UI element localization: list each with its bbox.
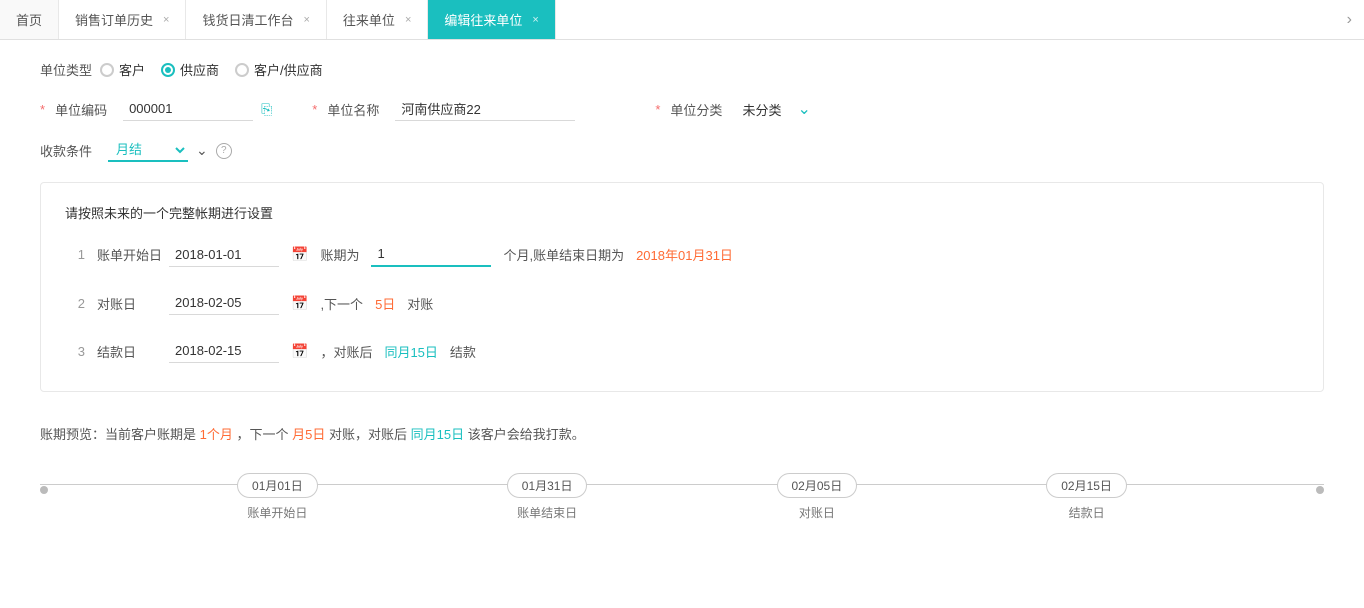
timeline-node-2: 01月31日 账单结束日 [507,473,588,521]
timeline-start-dot [40,486,48,494]
tab-edit-partner-label: 编辑往来单位 [444,10,522,29]
setting-row-1: 1 账单开始日 📅 账期为 个月,账单结束日期为 2018年01月31日 [65,242,1299,267]
radio-customer[interactable]: 客户 [100,60,145,79]
radio-supplier[interactable]: 供应商 [161,60,219,79]
reconcile-date-input[interactable] [169,291,279,315]
tab-cash-work-close[interactable]: × [303,14,309,26]
timeline-node-3: 02月05日 对账日 [777,473,858,521]
period-input[interactable] [371,242,491,267]
unit-name-field: * 单位名称 [312,97,575,121]
radio-both-circle [235,63,249,77]
timeline: 01月01日 账单开始日 01月31日 账单结束日 02月05日 对账日 02月… [40,463,1324,531]
tab-cash-work-label: 钱货日清工作台 [202,10,293,29]
payment-dropdown-icon[interactable]: ⌄ [196,142,208,159]
radio-customer-label: 客户 [119,60,145,79]
radio-both-label: 客户/供应商 [254,60,323,79]
payment-label: 收款条件 [40,141,92,160]
unit-code-input[interactable] [123,97,253,121]
radio-supplier-label: 供应商 [180,60,219,79]
tab-sales-history[interactable]: 销售订单历史 × [59,0,186,39]
preview-text: 账期预览：当前客户账期是 1个月 ，下一个 月5日 对账，对账后 同月15日 该… [40,424,1324,443]
start-date-calendar-icon[interactable]: 📅 [291,246,308,263]
fields-row: * 单位编码 ⎘ * 单位名称 * 单位分类 未分类 ⌄ [40,97,1324,121]
payment-select[interactable]: 月结 [108,139,188,162]
tab-edit-partner-close[interactable]: × [532,14,538,26]
preview-section: 账期预览：当前客户账期是 1个月 ，下一个 月5日 对账，对账后 同月15日 该… [40,408,1324,539]
radio-both[interactable]: 客户/供应商 [235,60,323,79]
tab-partner-unit[interactable]: 往来单位 × [327,0,428,39]
radio-customer-circle [100,63,114,77]
unit-code-field: * 单位编码 ⎘ [40,97,272,121]
tab-home-label: 首页 [16,10,42,29]
radio-supplier-circle [161,63,175,77]
timeline-node-4: 02月15日 结款日 [1046,473,1127,521]
tab-bar: 首页 销售订单历史 × 钱货日清工作台 × 往来单位 × 编辑往来单位 × › [0,0,1364,40]
timeline-node-1: 01月01日 账单开始日 [237,473,318,521]
start-date-input[interactable] [169,243,279,267]
unit-category-dropdown-icon[interactable]: ⌄ [797,99,810,119]
unit-category-field: * 单位分类 未分类 ⌄ [655,99,811,119]
settings-box: 请按照未来的一个完整帐期进行设置 1 账单开始日 📅 账期为 个月,账单结束日期… [40,182,1324,392]
tab-partner-unit-close[interactable]: × [405,14,411,26]
payment-date-input[interactable] [169,339,279,363]
setting-row-2: 2 对账日 📅 ,下一个 5日 对账 [65,291,1299,315]
unit-type-row: 单位类型 客户 供应商 客户/供应商 [40,60,1324,79]
payment-date-calendar-icon[interactable]: 📅 [291,343,308,360]
payment-row: 收款条件 月结 ⌄ ? [40,139,1324,162]
unit-category-value: 未分类 [742,100,781,119]
payment-help-icon[interactable]: ? [216,143,232,159]
settings-title: 请按照未来的一个完整帐期进行设置 [65,203,1299,222]
main-content: 单位类型 客户 供应商 客户/供应商 * 单位编码 ⎘ [0,40,1364,608]
setting-row-3: 3 结款日 📅 ，对账后 同月15日 结款 [65,339,1299,363]
unit-type-label: 单位类型 [40,60,92,79]
unit-name-input[interactable] [395,97,575,121]
tab-sales-history-label: 销售订单历史 [75,10,153,29]
tab-cash-work[interactable]: 钱货日清工作台 × [186,0,326,39]
unit-name-label: 单位名称 [327,100,379,119]
tab-partner-unit-label: 往来单位 [343,10,395,29]
tab-edit-partner[interactable]: 编辑往来单位 × [428,0,555,39]
tab-sales-history-close[interactable]: × [163,14,169,26]
reconcile-date-calendar-icon[interactable]: 📅 [291,295,308,312]
unit-category-label: 单位分类 [670,100,722,119]
tab-expand-button[interactable]: › [1335,0,1364,39]
unit-code-label: 单位编码 [55,100,107,119]
timeline-end-dot [1316,486,1324,494]
unit-type-radio-group: 客户 供应商 客户/供应商 [100,60,323,79]
tab-home[interactable]: 首页 [0,0,59,39]
unit-code-copy-icon[interactable]: ⎘ [261,101,272,118]
